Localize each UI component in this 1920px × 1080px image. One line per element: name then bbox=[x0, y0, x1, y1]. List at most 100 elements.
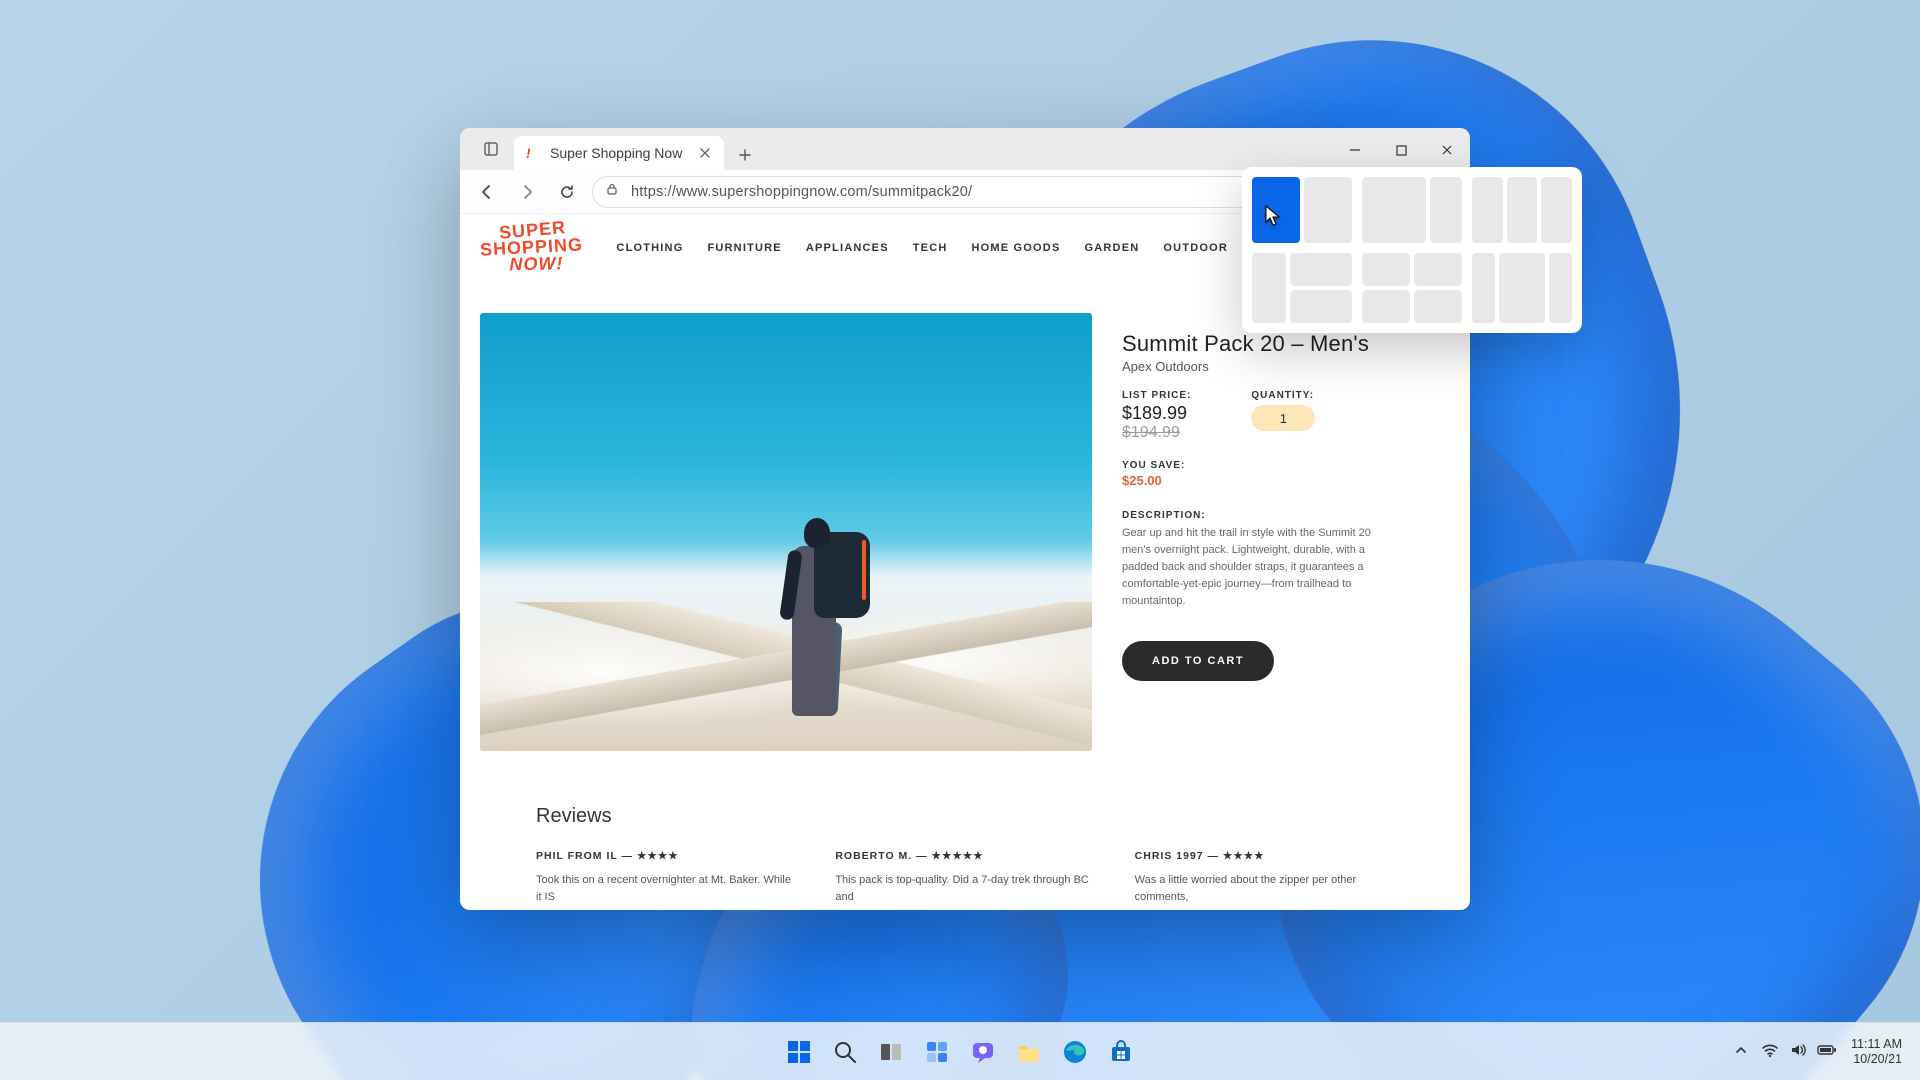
arrow-left-icon bbox=[478, 183, 496, 201]
taskbar-time: 11:11 AM bbox=[1851, 1037, 1902, 1051]
taskbar-store[interactable] bbox=[1102, 1033, 1140, 1071]
you-save-label: YOU SAVE: bbox=[1122, 460, 1191, 471]
tab-close-button[interactable] bbox=[696, 144, 714, 162]
review-author: ROBERTO M. — ★★★★★ bbox=[835, 850, 1094, 862]
lock-icon bbox=[605, 182, 621, 201]
snap-zone[interactable] bbox=[1414, 290, 1462, 323]
taskbar-systray: 11:11 AM 10/20/21 bbox=[1735, 1037, 1920, 1066]
review-item: PHIL FROM IL — ★★★★ Took this on a recen… bbox=[536, 850, 795, 905]
systray-overflow-button[interactable] bbox=[1735, 1044, 1747, 1059]
window-minimize-button[interactable] bbox=[1332, 130, 1378, 170]
taskbar-clock[interactable]: 11:11 AM 10/20/21 bbox=[1851, 1037, 1902, 1066]
snap-layout-thirds[interactable] bbox=[1472, 177, 1572, 243]
window-maximize-button[interactable] bbox=[1378, 130, 1424, 170]
close-icon bbox=[1441, 144, 1453, 156]
window-close-button[interactable] bbox=[1424, 130, 1470, 170]
taskbar-task-view-button[interactable] bbox=[872, 1033, 910, 1071]
nav-item-home-goods[interactable]: HOME GOODS bbox=[971, 242, 1060, 254]
nav-forward-button[interactable] bbox=[512, 177, 542, 207]
list-price-label: LIST PRICE: bbox=[1122, 390, 1191, 401]
nav-item-tech[interactable]: TECH bbox=[913, 242, 948, 254]
description-label: DESCRIPTION: bbox=[1122, 510, 1450, 521]
new-tab-button[interactable] bbox=[730, 140, 760, 170]
snap-zone[interactable] bbox=[1304, 177, 1352, 243]
minimize-icon bbox=[1349, 144, 1361, 156]
snap-layout-left-stack[interactable] bbox=[1252, 253, 1352, 323]
nav-item-clothing[interactable]: CLOTHING bbox=[616, 242, 683, 254]
review-body: This pack is top-quality. Did a 7-day tr… bbox=[835, 872, 1094, 905]
you-save-amount: $25.00 bbox=[1122, 473, 1191, 488]
task-view-icon bbox=[878, 1039, 904, 1065]
store-icon bbox=[1108, 1039, 1134, 1065]
snap-zone[interactable] bbox=[1499, 253, 1545, 323]
taskbar-search-button[interactable] bbox=[826, 1033, 864, 1071]
tab-strip: ! Super Shopping Now bbox=[460, 128, 760, 170]
taskbar-widgets-button[interactable] bbox=[918, 1033, 956, 1071]
taskbar-file-explorer[interactable] bbox=[1010, 1033, 1048, 1071]
systray-wifi-icon[interactable] bbox=[1761, 1041, 1779, 1062]
nav-item-garden[interactable]: GARDEN bbox=[1085, 242, 1140, 254]
systray-volume-icon[interactable] bbox=[1789, 1041, 1807, 1062]
maximize-icon bbox=[1396, 145, 1407, 156]
taskbar-edge[interactable] bbox=[1056, 1033, 1094, 1071]
product-info: Summit Pack 20 – Men's Apex Outdoors LIS… bbox=[1122, 313, 1450, 751]
product-hero-image bbox=[480, 313, 1092, 751]
chevron-up-icon bbox=[1735, 1044, 1747, 1056]
product-brand: Apex Outdoors bbox=[1122, 359, 1450, 374]
product-old-price: $194.99 bbox=[1122, 424, 1191, 442]
nav-back-button[interactable] bbox=[472, 177, 502, 207]
snap-layout-25-50-25[interactable] bbox=[1472, 253, 1572, 323]
taskbar-date: 10/20/21 bbox=[1851, 1052, 1902, 1066]
systray-battery-icon[interactable] bbox=[1817, 1043, 1837, 1060]
snap-zone[interactable] bbox=[1290, 290, 1352, 323]
folder-icon bbox=[1016, 1039, 1042, 1065]
snap-zone[interactable] bbox=[1290, 253, 1352, 286]
snap-zone[interactable] bbox=[1472, 253, 1495, 323]
add-to-cart-button[interactable]: ADD TO CART bbox=[1122, 641, 1274, 681]
nav-item-appliances[interactable]: APPLIANCES bbox=[806, 242, 889, 254]
snap-zone[interactable] bbox=[1252, 253, 1286, 323]
snap-zone[interactable] bbox=[1430, 177, 1462, 243]
quantity-stepper[interactable]: 1 bbox=[1251, 405, 1315, 431]
start-button[interactable] bbox=[780, 1033, 818, 1071]
window-controls bbox=[1332, 130, 1470, 170]
arrow-right-icon bbox=[518, 183, 536, 201]
nav-item-outdoor[interactable]: OUTDOOR bbox=[1163, 242, 1228, 254]
tab-title: Super Shopping Now bbox=[550, 145, 688, 161]
snap-zone[interactable] bbox=[1362, 177, 1426, 243]
snap-zone[interactable] bbox=[1414, 253, 1462, 286]
snap-layout-70-30[interactable] bbox=[1362, 177, 1462, 243]
snap-zone[interactable] bbox=[1362, 253, 1410, 286]
snap-zone[interactable] bbox=[1362, 290, 1410, 323]
quantity-label: QUANTITY: bbox=[1251, 390, 1315, 401]
nav-refresh-button[interactable] bbox=[552, 177, 582, 207]
product-section: Summit Pack 20 – Men's Apex Outdoors LIS… bbox=[480, 313, 1450, 751]
snap-zone[interactable] bbox=[1541, 177, 1572, 243]
product-title: Summit Pack 20 – Men's bbox=[1122, 331, 1450, 357]
chat-icon bbox=[970, 1039, 996, 1065]
product-price: $189.99 bbox=[1122, 403, 1191, 424]
tab-actions-icon bbox=[483, 141, 499, 157]
widgets-icon bbox=[924, 1039, 950, 1065]
taskbar: 11:11 AM 10/20/21 bbox=[0, 1022, 1920, 1080]
snap-zone[interactable] bbox=[1549, 253, 1572, 323]
close-icon bbox=[700, 148, 710, 158]
logo-line: NOW! bbox=[485, 255, 588, 274]
taskbar-center bbox=[780, 1033, 1140, 1071]
review-item: CHRIS 1997 — ★★★★ Was a little worried a… bbox=[1135, 850, 1394, 905]
edge-icon bbox=[1062, 1039, 1088, 1065]
review-body: Took this on a recent overnighter at Mt.… bbox=[536, 872, 795, 905]
snap-zone[interactable] bbox=[1507, 177, 1538, 243]
review-author: PHIL FROM IL — ★★★★ bbox=[536, 850, 795, 862]
review-author: CHRIS 1997 — ★★★★ bbox=[1135, 850, 1394, 862]
nav-item-furniture[interactable]: FURNITURE bbox=[707, 242, 781, 254]
url-text: https://www.supershoppingnow.com/summitp… bbox=[631, 184, 972, 200]
tab-actions-button[interactable] bbox=[474, 132, 508, 166]
snap-layout-quad[interactable] bbox=[1362, 253, 1462, 323]
reviews-heading: Reviews bbox=[536, 805, 1394, 828]
browser-tab[interactable]: ! Super Shopping Now bbox=[514, 136, 724, 170]
taskbar-chat-button[interactable] bbox=[964, 1033, 1002, 1071]
tab-favicon-icon: ! bbox=[526, 145, 542, 161]
site-logo[interactable]: SUPER SHOPPING NOW! bbox=[479, 219, 585, 276]
snap-zone[interactable] bbox=[1472, 177, 1503, 243]
